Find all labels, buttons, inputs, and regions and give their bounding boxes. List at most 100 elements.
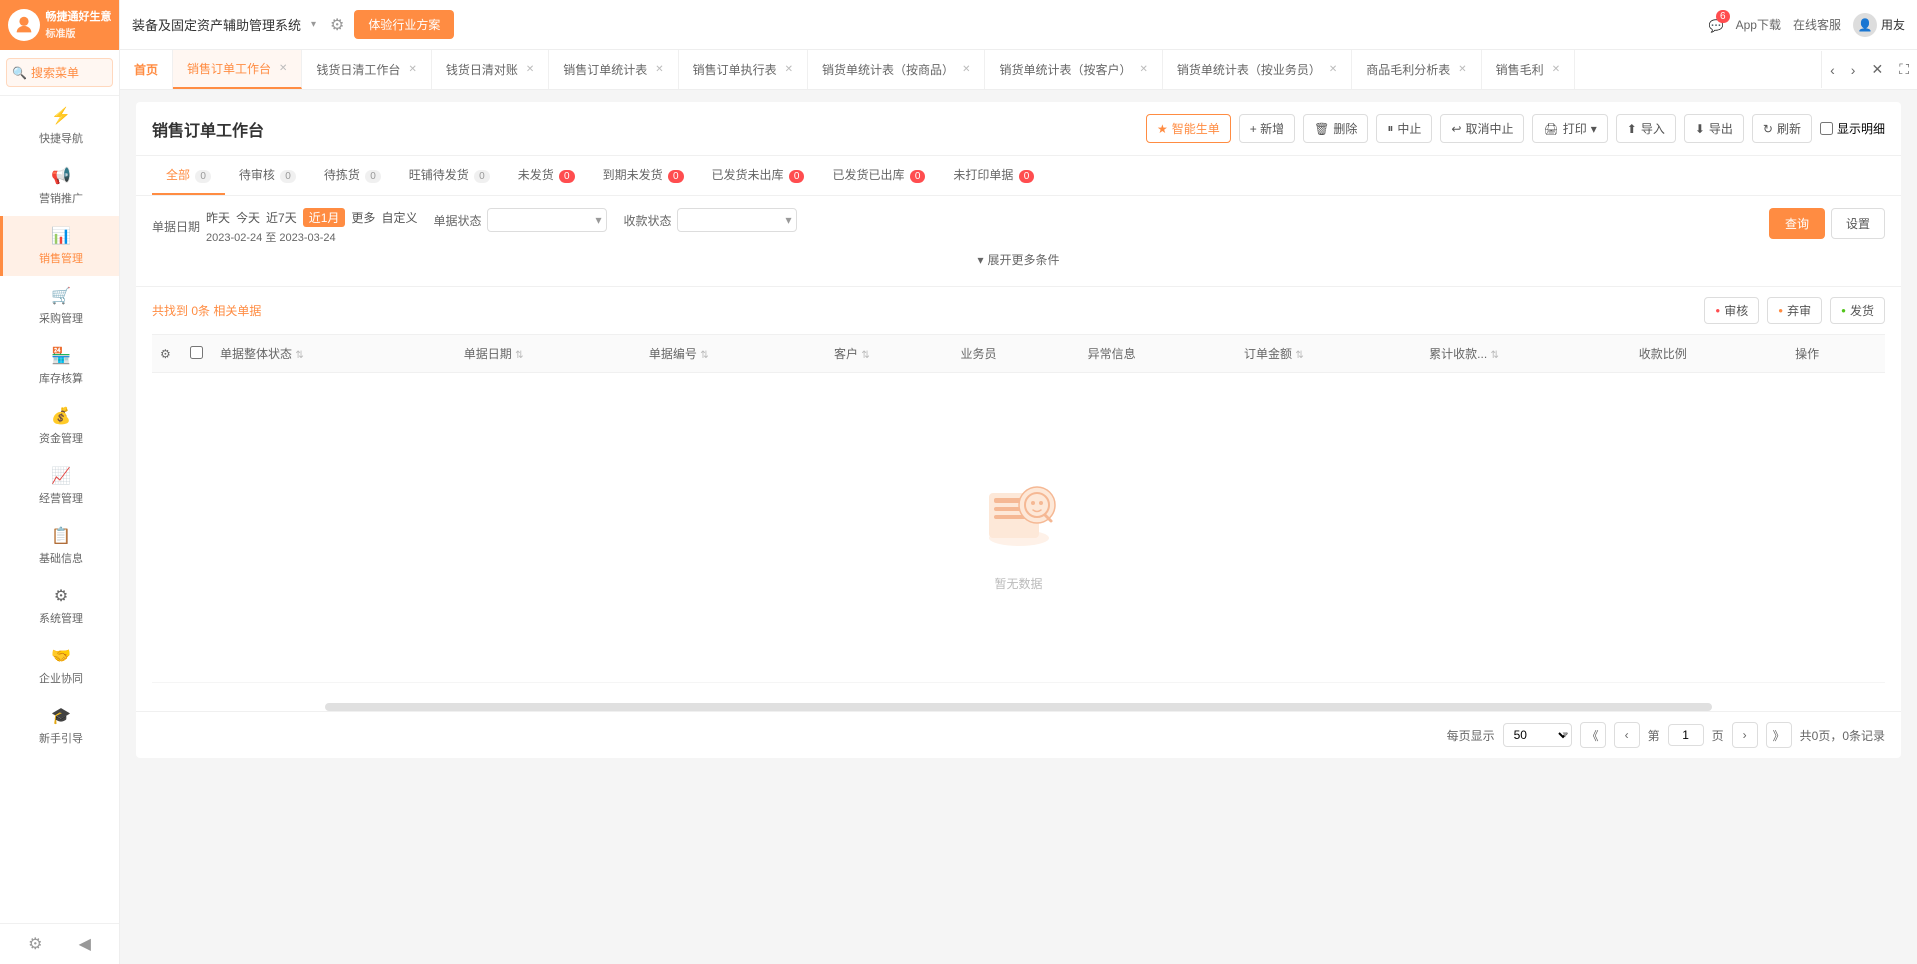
tab-cash-daily[interactable]: 钱货日清工作台✕ — [302, 50, 431, 89]
tab-close-sales-order-stats[interactable]: ✕ — [655, 64, 663, 75]
print-button[interactable]: 🖨 打印 ▾ — [1532, 114, 1607, 143]
date-7days[interactable]: 近7天 — [266, 209, 297, 226]
horizontal-scrollbar[interactable] — [325, 703, 1711, 711]
sort-number-icon[interactable]: ⇅ — [700, 350, 708, 361]
sub-tab-not-printed[interactable]: 未打印单据 0 — [939, 156, 1048, 195]
date-1month[interactable]: 近1月 — [303, 208, 346, 227]
query-button[interactable]: 查询 — [1769, 208, 1825, 239]
smart-generate-button[interactable]: ★ 智能生单 — [1146, 114, 1231, 143]
tab-close-sales-stats-customer[interactable]: ✕ — [1139, 64, 1147, 75]
page-last-button[interactable]: 》 — [1766, 722, 1792, 748]
date-more[interactable]: 更多 — [351, 209, 375, 226]
settings-icon[interactable]: ⚙ — [28, 934, 42, 954]
review-button[interactable]: ● 审核 — [1704, 297, 1759, 324]
tab-sales-profit[interactable]: 销售毛利✕ — [1482, 50, 1575, 89]
sort-amount-icon[interactable]: ⇅ — [1295, 350, 1303, 361]
tab-prev-button[interactable]: ‹ — [1822, 52, 1843, 88]
topbar-gear-icon[interactable]: ⚙ — [330, 15, 344, 35]
tab-close-sales-order-workbench[interactable]: ✕ — [279, 63, 287, 74]
sort-status-icon[interactable]: ⇅ — [295, 350, 303, 361]
tab-close-cash-daily[interactable]: ✕ — [408, 64, 416, 75]
export-button[interactable]: ⬇ 导出 — [1684, 114, 1744, 143]
sidebar-item-sales[interactable]: 📊 销售管理 — [0, 216, 119, 276]
page-input[interactable] — [1668, 724, 1704, 746]
app-name: 畅捷通好生意 — [46, 10, 112, 24]
cancel-suspend-button[interactable]: ↩ 取消中止 — [1440, 114, 1524, 143]
status-select[interactable] — [487, 208, 607, 232]
tab-cash-reconcile[interactable]: 钱货日清对账✕ — [432, 50, 549, 89]
sidebar-item-finance[interactable]: 💰 资金管理 — [0, 396, 119, 456]
search-menu-button[interactable]: 🔍 搜索菜单 — [6, 58, 113, 87]
sub-tab-pending-inspect[interactable]: 待拣货 0 — [310, 156, 395, 195]
topbar-dropdown-icon[interactable]: ▾ — [311, 19, 316, 30]
sidebar-item-guide[interactable]: 🎓 新手引导 — [0, 696, 119, 756]
sort-date-icon[interactable]: ⇅ — [515, 350, 523, 361]
sidebar-item-operations[interactable]: 📈 经营管理 — [0, 456, 119, 516]
page-next-button[interactable]: › — [1732, 722, 1758, 748]
tab-close-sales-profit[interactable]: ✕ — [1552, 64, 1560, 75]
tab-product-margin[interactable]: 商品毛利分析表✕ — [1352, 50, 1481, 89]
sub-tab-shipped-out[interactable]: 已发货已出库 0 — [818, 156, 939, 195]
date-custom[interactable]: 自定义 — [381, 209, 417, 226]
sort-customer-icon[interactable]: ⇅ — [861, 350, 869, 361]
sub-tab-not-shipped[interactable]: 未发货 0 — [504, 156, 589, 195]
online-service-link[interactable]: 在线客服 — [1793, 16, 1841, 33]
industry-plan-button[interactable]: 体验行业方案 — [354, 10, 454, 39]
tab-close-sales-stats-staff[interactable]: ✕ — [1329, 64, 1337, 75]
topbar: 装备及固定资产辅助管理系统 ▾ ⚙ 体验行业方案 💬 6 App下载 在线客服 … — [120, 0, 1917, 50]
refresh-button[interactable]: ↻ 刷新 — [1752, 114, 1812, 143]
tab-close-all-button[interactable]: ✕ — [1863, 51, 1891, 88]
show-details-checkbox[interactable] — [1820, 122, 1833, 135]
suspend-button[interactable]: ⏸ 中止 — [1376, 114, 1432, 143]
tab-sales-stats-customer[interactable]: 销货单统计表（按客户）✕ — [985, 50, 1162, 89]
tab-home[interactable]: 首页 — [120, 50, 173, 89]
table-summary: 共找到 0条 相关单据 ● 审核 ● 弃审 — [152, 287, 1885, 334]
expand-conditions-button[interactable]: ▾ 展开更多条件 — [977, 251, 1059, 268]
tab-close-sales-order-exec[interactable]: ✕ — [785, 64, 793, 75]
sub-tab-shipped-not-out[interactable]: 已发货未出库 0 — [698, 156, 819, 195]
import-button[interactable]: ⬆ 导入 — [1616, 114, 1676, 143]
setting-button[interactable]: 设置 — [1831, 208, 1885, 239]
tab-expand-button[interactable]: ⛶ — [1891, 51, 1917, 88]
collapse-icon[interactable]: ◀ — [79, 934, 91, 954]
tab-sales-stats-staff[interactable]: 销货单统计表（按业务员）✕ — [1163, 50, 1352, 89]
sidebar-item-system[interactable]: ⚙ 系统管理 — [0, 576, 119, 636]
show-details-toggle[interactable]: 显示明细 — [1820, 120, 1885, 137]
tab-sales-stats-product[interactable]: 销货单统计表（按商品）✕ — [808, 50, 985, 89]
date-today[interactable]: 今天 — [236, 209, 260, 226]
message-icon-button[interactable]: 💬 6 — [1709, 14, 1724, 35]
sub-tab-pending-review[interactable]: 待审核 0 — [225, 156, 310, 195]
delete-button[interactable]: 🗑 删除 — [1303, 114, 1368, 143]
payment-select[interactable] — [677, 208, 797, 232]
tab-next-button[interactable]: › — [1843, 52, 1864, 88]
sidebar-item-inventory[interactable]: 🏪 库存核算 — [0, 336, 119, 396]
tab-sales-order-exec[interactable]: 销售订单执行表✕ — [679, 50, 808, 89]
sidebar-item-enterprise[interactable]: 🤝 企业协同 — [0, 636, 119, 696]
ship-button[interactable]: ● 发货 — [1830, 297, 1885, 324]
th-setting[interactable]: ⚙ — [152, 335, 182, 373]
page-suffix: 页 — [1712, 727, 1724, 744]
sub-tab-wangpu-pending[interactable]: 旺铺待发货 0 — [395, 156, 504, 195]
tab-sales-order-stats[interactable]: 销售订单统计表✕ — [549, 50, 678, 89]
tab-close-cash-reconcile[interactable]: ✕ — [526, 64, 534, 75]
sub-tab-overdue-not-shipped[interactable]: 到期未发货 0 — [589, 156, 698, 195]
sidebar-item-basic-info[interactable]: 📋 基础信息 — [0, 516, 119, 576]
per-page-select[interactable]: 50 10 20 100 — [1503, 723, 1572, 747]
page-first-button[interactable]: 《 — [1580, 722, 1606, 748]
cancel-review-button[interactable]: ● 弃审 — [1767, 297, 1822, 324]
tab-sales-order-workbench[interactable]: 销售订单工作台✕ — [173, 50, 302, 89]
sidebar-item-marketing[interactable]: 📢 营销推广 — [0, 156, 119, 216]
sub-tab-all[interactable]: 全部 0 — [152, 156, 225, 195]
tab-close-sales-stats-product[interactable]: ✕ — [962, 64, 970, 75]
sidebar-item-purchase[interactable]: 🛒 采购管理 — [0, 276, 119, 336]
sidebar-item-quick-nav[interactable]: ⚡ 快捷导航 — [0, 96, 119, 156]
page-prev-button[interactable]: ‹ — [1614, 722, 1640, 748]
date-yesterday[interactable]: 昨天 — [206, 209, 230, 226]
user-menu[interactable]: 👤 用友 — [1853, 13, 1905, 37]
app-download-link[interactable]: App下载 — [1736, 16, 1781, 33]
tab-close-product-margin[interactable]: ✕ — [1458, 64, 1466, 75]
add-button[interactable]: + 新增 — [1239, 114, 1295, 143]
app-logo: 畅捷通好生意 标准版 — [0, 0, 119, 50]
sort-received-icon[interactable]: ⇅ — [1491, 350, 1499, 361]
select-all-checkbox[interactable] — [190, 346, 203, 359]
